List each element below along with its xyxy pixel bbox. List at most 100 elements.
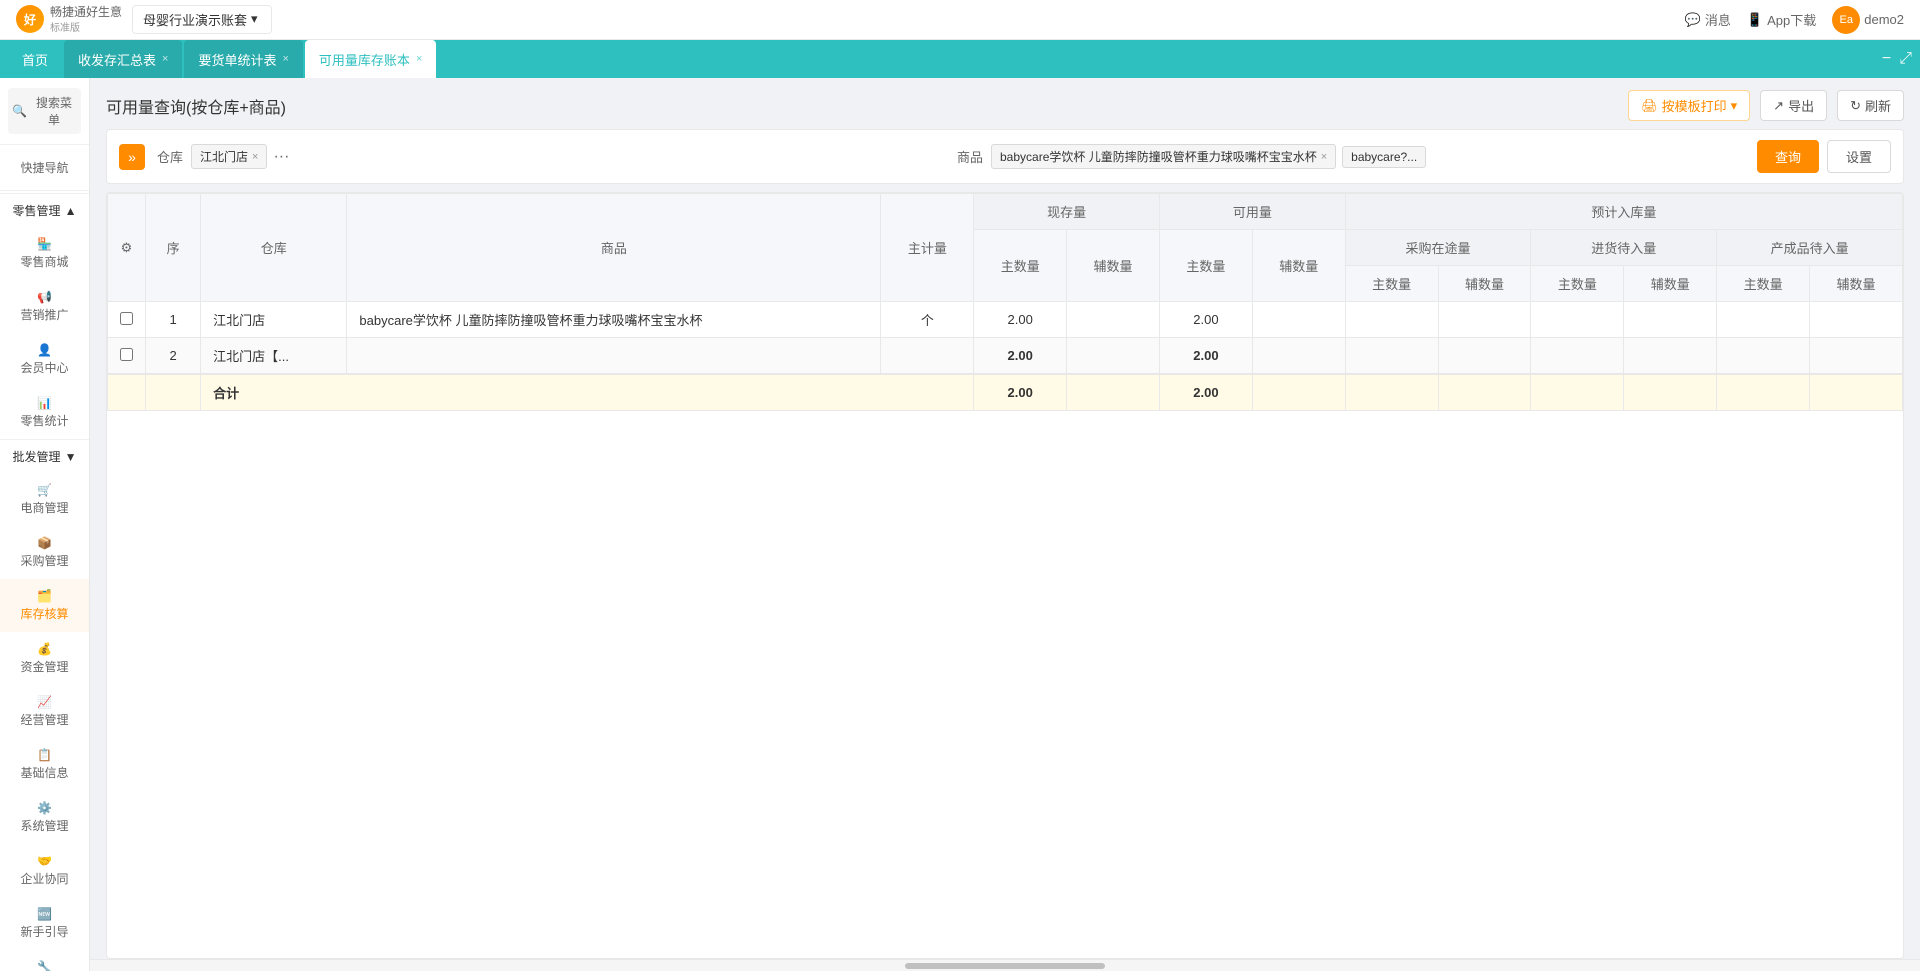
guide-label: 新手引导 — [20, 923, 68, 940]
sidebar-item-retail[interactable]: 零售管理 ▲ — [0, 193, 89, 227]
tab-maximize-button[interactable]: ⤢ — [1899, 50, 1912, 68]
top-bar: 好 畅捷通好生意 标准版 母婴行业演示账套 ▾ 💬 消息 📱 App下载 Ea … — [0, 0, 1920, 40]
quick-nav-label: 快捷导航 — [20, 161, 68, 175]
sidebar-item-member[interactable]: 👤 会员中心 — [0, 333, 89, 386]
tab-available-close[interactable]: × — [416, 53, 422, 65]
row1-no: 1 — [146, 302, 201, 338]
footer-empty-check — [108, 374, 146, 411]
sidebar-item-operation[interactable]: 📈 经营管理 — [0, 685, 89, 738]
avatar: Ea — [1832, 6, 1860, 34]
purchase-label: 采购管理 — [20, 552, 68, 569]
sidebar-item-quicknav[interactable]: 快捷导航 — [0, 151, 89, 184]
tab-minimize-button[interactable]: − — [1882, 50, 1891, 68]
user-profile[interactable]: Ea demo2 — [1832, 6, 1904, 34]
product-tag-1[interactable]: babycare学饮杯 儿童防摔防撞吸管杯重力球吸嘴杯宝宝水杯 × — [991, 144, 1336, 169]
tab-order-label: 要货单统计表 — [198, 50, 276, 69]
tab-collection[interactable]: 收发存汇总表 × — [64, 40, 182, 78]
footer-inbound-sub — [1624, 374, 1717, 411]
sidebar-quick-nav[interactable]: 快捷导航 — [0, 145, 89, 191]
product-tag-2[interactable]: babycare?... — [1342, 146, 1426, 168]
th-no: 序 — [146, 194, 201, 302]
basic-icon: 📋 — [37, 748, 52, 762]
sidebar-item-system[interactable]: ⚙️ 系统管理 — [0, 791, 89, 844]
th-purchase-main: 主数量 — [1345, 266, 1438, 302]
query-button[interactable]: 查询 — [1757, 140, 1819, 173]
tab-home[interactable]: 首页 — [8, 40, 62, 78]
tab-bar: 首页 收发存汇总表 × 要货单统计表 × 可用量库存账本 × − ⤢ — [0, 40, 1920, 78]
retail-stats-icon: 📊 — [37, 396, 52, 410]
th-inbound-group: 进货待入量 — [1531, 230, 1717, 266]
row1-checkbox[interactable] — [108, 302, 146, 338]
inventory-label: 库存核算 — [20, 605, 68, 622]
chevron-down-icon: ▾ — [251, 11, 258, 27]
retail-shop-icon: 🏪 — [37, 237, 52, 251]
footer-inbound-main — [1531, 374, 1624, 411]
refresh-label: 刷新 — [1865, 96, 1891, 115]
settings-button[interactable]: 设置 — [1827, 140, 1891, 173]
row1-check-input[interactable] — [120, 312, 133, 325]
tab-home-label: 首页 — [22, 50, 48, 69]
column-settings-icon[interactable]: ⚙ — [121, 240, 133, 255]
sidebar-search-area: 🔍 搜索菜单 — [0, 78, 89, 145]
row2-product — [347, 338, 881, 375]
th-settings[interactable]: ⚙ — [108, 194, 146, 302]
sidebar-item-enterprise[interactable]: 🤝 企业协同 — [0, 844, 89, 897]
th-warehouse: 仓库 — [201, 194, 347, 302]
industry-selector[interactable]: 母婴行业演示账套 ▾ — [132, 5, 272, 34]
tab-order[interactable]: 要货单统计表 × — [184, 40, 302, 78]
warehouse-filter-label: 仓库 — [157, 147, 183, 166]
th-available-main: 主数量 — [1159, 230, 1252, 302]
th-stock-main: 主数量 — [974, 230, 1067, 302]
system-icon: ⚙️ — [37, 801, 52, 815]
message-button[interactable]: 💬 消息 — [1685, 10, 1731, 29]
refresh-button[interactable]: ↻ 刷新 — [1837, 90, 1904, 121]
footer-available-sub — [1252, 374, 1345, 411]
logo-texts: 畅捷通好生意 标准版 — [50, 5, 122, 34]
sidebar-item-inventory[interactable]: 🗂️ 库存核算 — [0, 579, 89, 632]
row2-check-input[interactable] — [120, 348, 133, 361]
footer-stock-sub — [1067, 374, 1160, 411]
retail-shop-label: 零售商城 — [20, 253, 68, 270]
download-button[interactable]: 📱 App下载 — [1747, 10, 1816, 29]
row1-stock-main: 2.00 — [974, 302, 1067, 338]
product-tag-1-close-icon[interactable]: × — [1321, 151, 1327, 163]
filter-more-icon[interactable]: ··· — [273, 148, 289, 166]
template-print-button[interactable]: 🖨 按模板打印 ▾ — [1628, 90, 1750, 121]
tab-order-close[interactable]: × — [282, 53, 288, 65]
footer-stock-main: 2.00 — [974, 374, 1067, 411]
sidebar-item-ecommerce[interactable]: 🛒 电商管理 — [0, 473, 89, 526]
tab-available[interactable]: 可用量库存账本 × — [305, 40, 436, 78]
logo: 好 畅捷通好生意 标准版 — [16, 5, 122, 34]
row2-stock-main: 2.00 — [974, 338, 1067, 375]
row2-purchase-sub — [1438, 338, 1531, 375]
footer-purchase-main — [1345, 374, 1438, 411]
marketing-icon: 📢 — [37, 290, 52, 304]
row2-checkbox[interactable] — [108, 338, 146, 375]
logo-sub: 标准版 — [50, 19, 122, 34]
table-row: 1 江北门店 babycare学饮杯 儿童防摔防撞吸管杯重力球吸嘴杯宝宝水杯 个… — [108, 302, 1903, 338]
horizontal-scrollbar[interactable] — [905, 963, 1105, 969]
warehouse-tag-close-icon[interactable]: × — [252, 151, 258, 163]
th-inbound-sub: 辅数量 — [1624, 266, 1717, 302]
sidebar-item-wholesale[interactable]: 批发管理 ▼ — [0, 439, 89, 473]
warehouse-tag[interactable]: 江北门店 × — [191, 144, 267, 169]
sidebar-item-guide[interactable]: 🆕 新手引导 — [0, 897, 89, 950]
sidebar-item-apps[interactable]: 🔧 应用中心 — [0, 950, 89, 971]
export-button[interactable]: ↗ 导出 — [1760, 90, 1827, 121]
sidebar-item-retail-stats[interactable]: 📊 零售统计 — [0, 386, 89, 439]
footer-empty-no — [146, 374, 201, 411]
sidebar-item-retail-shop[interactable]: 🏪 零售商城 — [0, 227, 89, 280]
search-menu-button[interactable]: 🔍 搜索菜单 — [8, 88, 81, 134]
table-footer: 合计 2.00 2.00 — [108, 374, 1903, 411]
member-label: 会员中心 — [20, 359, 68, 376]
sidebar-item-finance[interactable]: 💰 资金管理 — [0, 632, 89, 685]
logo-text: 畅捷通好生意 — [50, 5, 122, 19]
sidebar-item-marketing[interactable]: 📢 营销推广 — [0, 280, 89, 333]
sidebar-item-purchase[interactable]: 📦 采购管理 — [0, 526, 89, 579]
filter-expand-button[interactable]: » — [119, 144, 145, 170]
page-actions: 🖨 按模板打印 ▾ ↗ 导出 ↻ 刷新 — [1628, 90, 1904, 121]
export-label: 导出 — [1788, 96, 1814, 115]
sidebar-item-basic[interactable]: 📋 基础信息 — [0, 738, 89, 791]
tab-collection-close[interactable]: × — [162, 53, 168, 65]
enterprise-icon: 🤝 — [37, 854, 52, 868]
